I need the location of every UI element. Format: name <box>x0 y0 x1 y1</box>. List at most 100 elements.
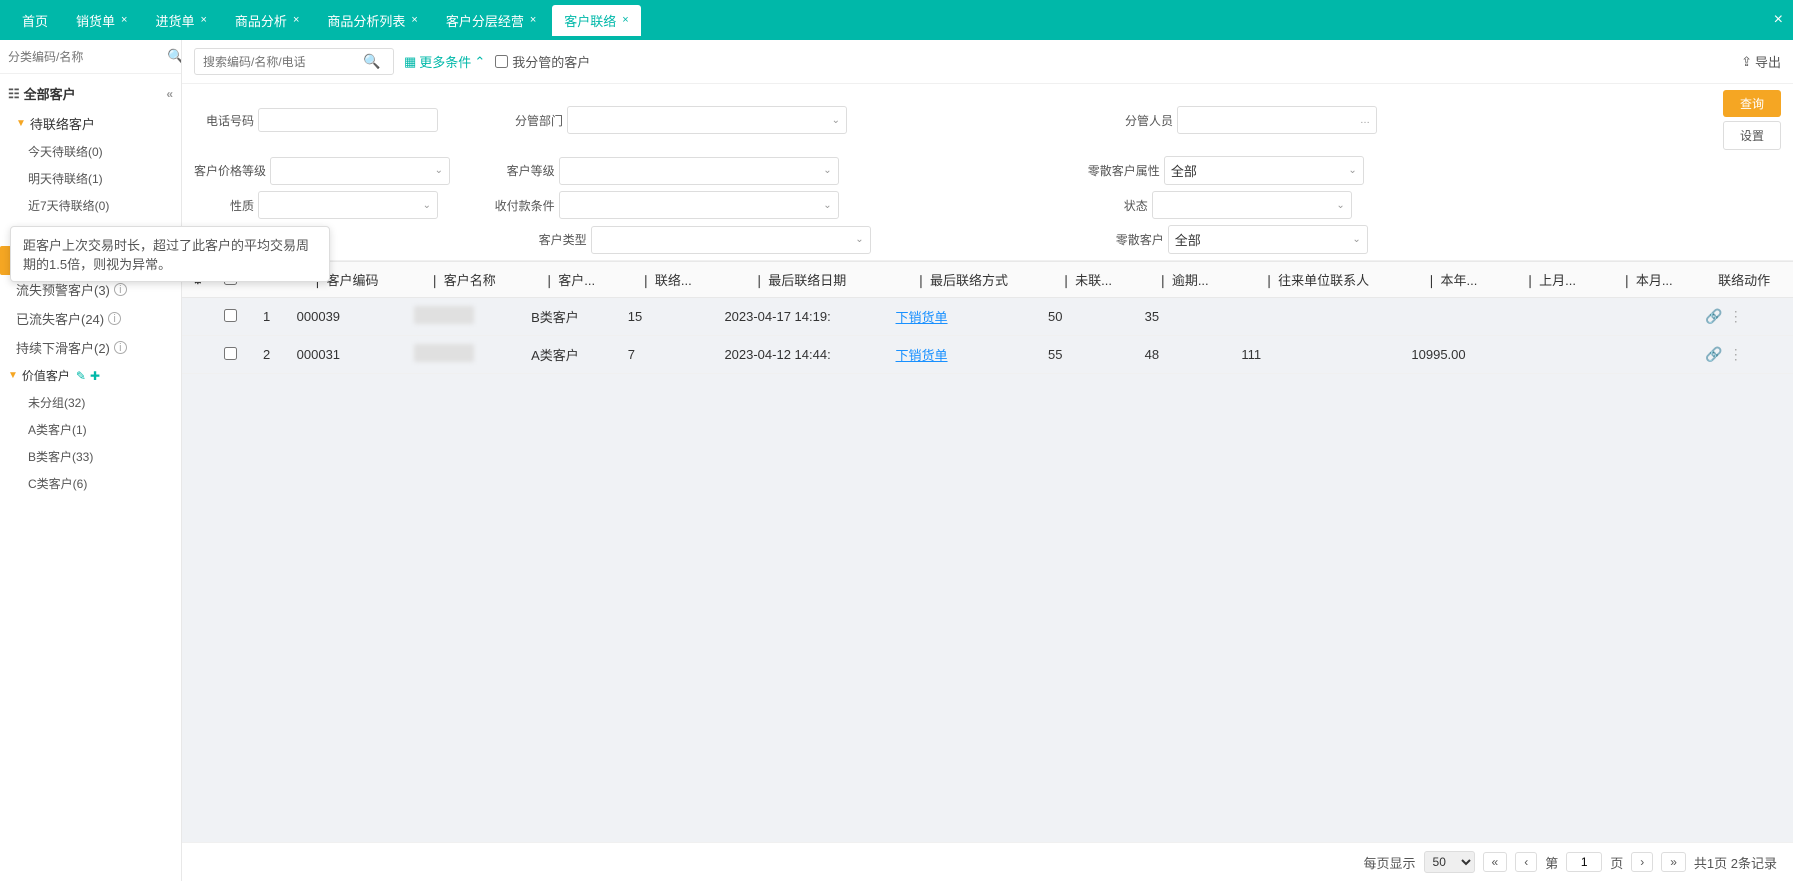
customer-grade-label: 客户等级 <box>495 162 555 179</box>
retail-attr-value: 全部 <box>1171 161 1197 180</box>
th-this-month[interactable]: ❘ 本月... <box>1599 262 1696 298</box>
nav-tab-进货单[interactable]: 进货单 × <box>143 5 218 36</box>
customer-type-select[interactable]: ⌄ <box>591 226 871 254</box>
payment-select[interactable]: ⌄ <box>559 191 839 219</box>
th-customer-name[interactable]: ❘ 客户名称 <box>404 262 521 298</box>
action-icons: 🔗 ⋮ <box>1705 308 1783 325</box>
th-not-contacted[interactable]: ❘ 未联... <box>1038 262 1135 298</box>
more-conditions-btn[interactable]: ▦ 更多条件 ⌃ <box>404 52 485 71</box>
customer-grade-select[interactable]: ⌄ <box>559 157 839 185</box>
edit-icon[interactable]: ✎ <box>76 369 86 383</box>
my-customers-checkbox[interactable]: 我分管的客户 <box>495 52 590 71</box>
td-this-year <box>1401 298 1502 336</box>
td-last-date: 2023-04-17 14:19: <box>714 298 885 336</box>
sidebar-group-pending[interactable]: ▼ 待联络客户 <box>0 109 181 138</box>
grid-action-icon[interactable]: ⋮ <box>1729 346 1743 363</box>
sidebar-item-tomorrow[interactable]: 明天待联络(1) <box>0 165 181 192</box>
sidebar-item-declining[interactable]: 持续下滑客户(2) i <box>0 333 181 362</box>
sidebar-item-b-class[interactable]: B类客户(33) <box>0 443 181 470</box>
sidebar-collapse-btn[interactable]: « <box>166 87 173 101</box>
gender-select[interactable]: ⌄ <box>258 191 438 219</box>
sidebar-search-input[interactable] <box>8 50 163 64</box>
tooltip-text: 距客户上次交易时长，超过了此客户的平均交易周期的1.5倍，则视为异常。 <box>23 238 309 272</box>
td-overdue: 48 <box>1135 336 1232 374</box>
sidebar-value-label[interactable]: 价值客户 <box>22 367 70 384</box>
query-button[interactable]: 查询 <box>1723 90 1781 117</box>
td-contacts: 111 <box>1231 336 1401 374</box>
next-page-btn[interactable]: › <box>1631 852 1653 872</box>
th-last-contact-method[interactable]: ❘ 最后联络方式 <box>886 262 1038 298</box>
sidebar-item-churned[interactable]: 已流失客户(24) i <box>0 304 181 333</box>
sidebar-search-icon[interactable]: 🔍 <box>167 48 182 65</box>
status-select[interactable]: ⌄ <box>1152 191 1352 219</box>
nav-tab-close-客户联络[interactable]: × <box>622 14 628 26</box>
nav-tab-close-商品分析[interactable]: × <box>293 14 299 26</box>
export-btn[interactable]: ⇪ 导出 <box>1741 52 1781 71</box>
nav-tab-客户联络[interactable]: 客户联络 × <box>552 5 640 36</box>
td-checkbox[interactable] <box>214 336 247 374</box>
page-input[interactable] <box>1566 852 1602 872</box>
sidebar-item-a-class[interactable]: A类客户(1) <box>0 416 181 443</box>
add-icon[interactable]: ✚ <box>90 369 100 383</box>
th-customer-type[interactable]: ❘ 客户... <box>521 262 618 298</box>
sidebar-all-customers[interactable]: ☷ 全部客户 « <box>0 78 181 109</box>
nav-tab-首页[interactable]: 首页 <box>10 5 60 36</box>
manager-down-arrow: … <box>1360 115 1370 126</box>
first-page-btn[interactable]: « <box>1483 852 1508 872</box>
td-num: 2 <box>247 336 287 374</box>
sidebar-item-ungrouped[interactable]: 未分组(32) <box>0 389 181 416</box>
price-grade-select[interactable]: ⌄ <box>270 157 450 185</box>
th-last-contact-date[interactable]: ❘ 最后联络日期 <box>714 262 885 298</box>
th-contacts[interactable]: ❘ 往来单位联系人 <box>1231 262 1401 298</box>
settings-button[interactable]: 设置 <box>1723 121 1781 150</box>
th-overdue[interactable]: ❘ 逾期... <box>1135 262 1232 298</box>
sidebar-item-7days[interactable]: 近7天待联络(0) <box>0 192 181 219</box>
td-last-method[interactable]: 下销货单 <box>886 336 1038 374</box>
last-method-link[interactable]: 下销货单 <box>896 310 948 325</box>
window-close-btn[interactable]: × <box>1774 11 1783 29</box>
th-action: 联络动作 <box>1695 262 1793 298</box>
link-action-icon[interactable]: 🔗 <box>1705 346 1722 363</box>
td-empty <box>182 336 214 374</box>
prev-page-btn[interactable]: ‹ <box>1515 852 1537 872</box>
td-last-month <box>1502 336 1599 374</box>
last-method-link[interactable]: 下销货单 <box>896 348 948 363</box>
link-action-icon[interactable]: 🔗 <box>1705 308 1722 325</box>
nav-tab-close-客户分层经营[interactable]: × <box>530 14 536 26</box>
manager-select[interactable]: … <box>1177 106 1377 134</box>
search-icon[interactable]: 🔍 <box>363 53 380 70</box>
nav-tab-商品分析[interactable]: 商品分析 × <box>223 5 311 36</box>
nav-tab-close-进货单[interactable]: × <box>200 14 206 26</box>
retail-select[interactable]: 全部 ⌄ <box>1168 225 1368 254</box>
td-last-method[interactable]: 下销货单 <box>886 298 1038 336</box>
th-contact-count[interactable]: ❘ 联络... <box>618 262 715 298</box>
td-checkbox[interactable] <box>214 298 247 336</box>
nav-tab-客户分层经营[interactable]: 客户分层经营 × <box>434 5 548 36</box>
th-last-month[interactable]: ❘ 上月... <box>1502 262 1599 298</box>
phone-input[interactable] <box>258 108 438 132</box>
last-page-btn[interactable]: » <box>1661 852 1686 872</box>
grid-action-icon[interactable]: ⋮ <box>1729 308 1743 325</box>
action-icons: 🔗 ⋮ <box>1705 346 1783 363</box>
th-this-year[interactable]: ❘ 本年... <box>1401 262 1502 298</box>
nav-tab-close-销货单[interactable]: × <box>121 14 127 26</box>
row-checkbox[interactable] <box>224 309 237 322</box>
td-this-year: 10995.00 <box>1401 336 1502 374</box>
per-page-select[interactable]: 50 20 100 <box>1424 851 1475 873</box>
sidebar-item-c-class[interactable]: C类客户(6) <box>0 470 181 497</box>
sidebar-header-label: 全部客户 <box>24 84 76 103</box>
filter-icon: ▦ <box>404 54 416 70</box>
data-table: ⚙ ❘ 客户编码 ❘ 客户名称 ❘ 客户... ❘ 联络... ❘ 最后联络日期 <box>182 261 1793 374</box>
nav-tab-close-商品分析列表[interactable]: × <box>411 14 417 26</box>
row-checkbox[interactable] <box>224 347 237 360</box>
chevron-up-icon: ⌃ <box>474 54 485 70</box>
td-contacts <box>1231 298 1401 336</box>
nav-tab-商品分析列表[interactable]: 商品分析列表 × <box>315 5 429 36</box>
retail-attr-select[interactable]: 全部 ⌄ <box>1164 156 1364 185</box>
dept-select[interactable]: ⌄ <box>567 106 847 134</box>
nav-tab-销货单[interactable]: 销货单 × <box>64 5 139 36</box>
filter-phone: 电话号码 <box>194 108 495 132</box>
search-input[interactable] <box>203 55 363 69</box>
sidebar-item-today[interactable]: 今天待联络(0) <box>0 138 181 165</box>
my-customers-check[interactable] <box>495 55 508 68</box>
